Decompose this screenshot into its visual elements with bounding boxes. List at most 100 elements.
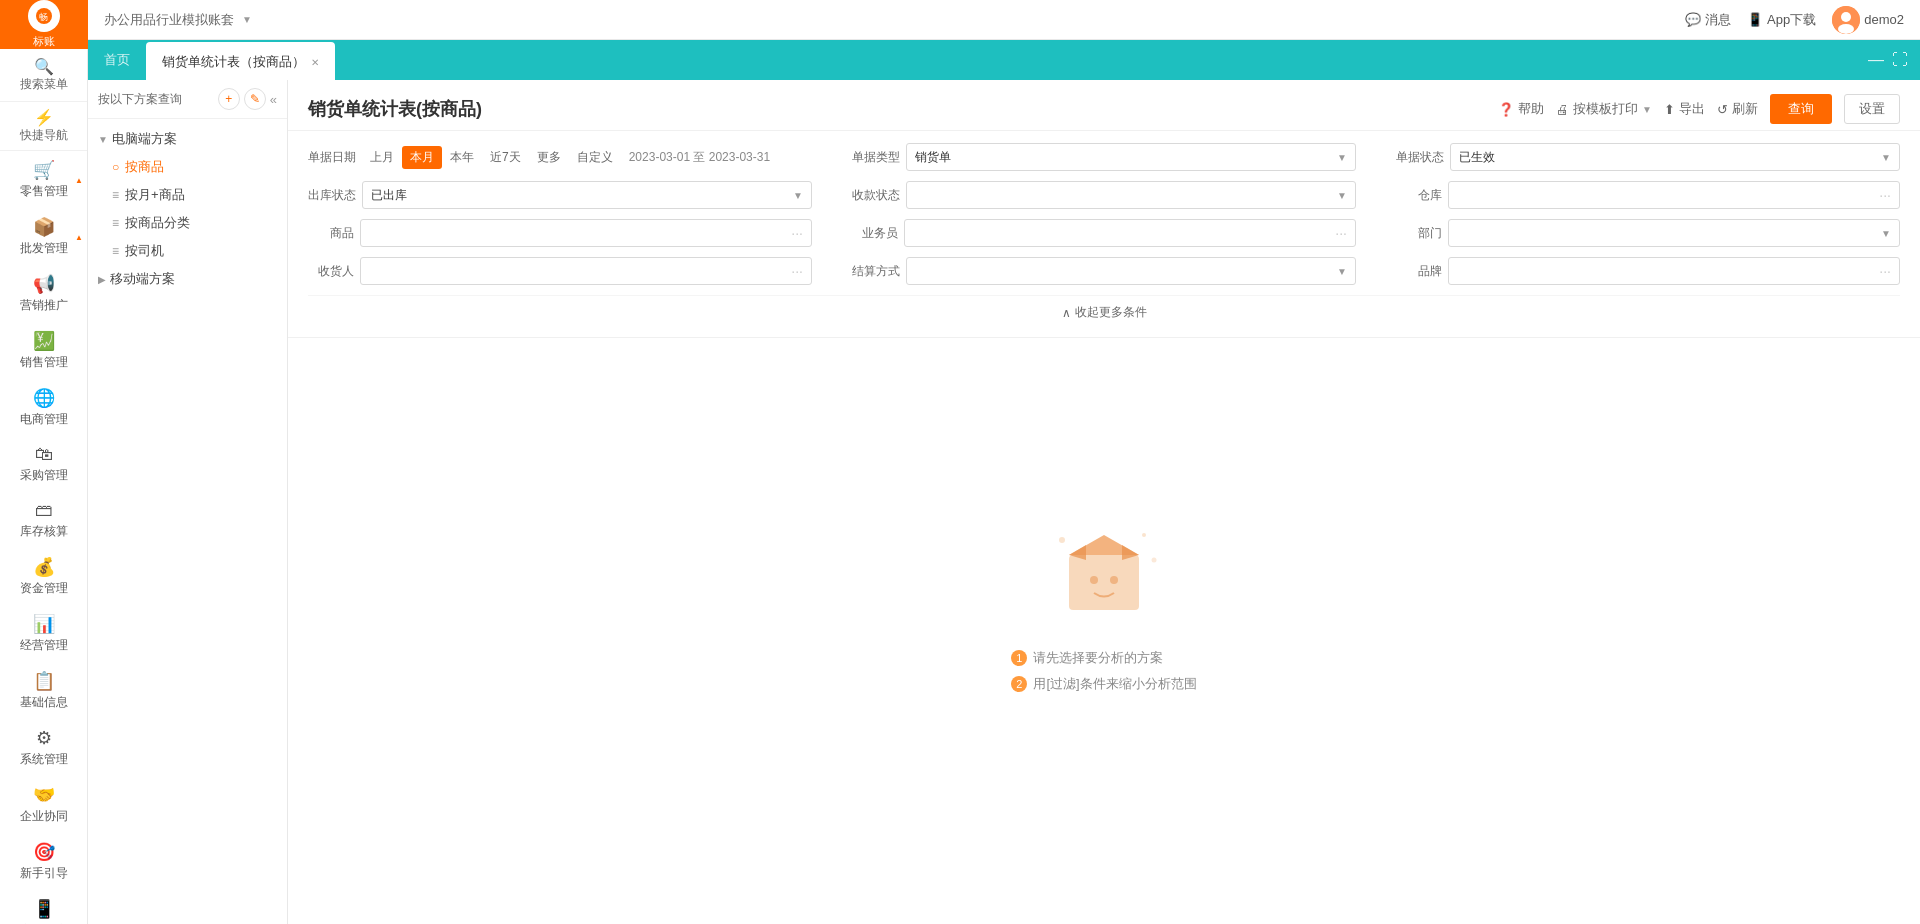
doc-type-select[interactable]: 销货单 ▼	[906, 143, 1356, 171]
sidebar-item-system[interactable]: ⚙ 系统管理	[0, 719, 87, 776]
sidebar-item-quick-nav[interactable]: ⚡ 快捷导航	[0, 102, 87, 151]
export-btn[interactable]: ⬆ 导出	[1664, 100, 1705, 118]
sidebar-item-retail[interactable]: 🛒 零售管理	[0, 151, 87, 208]
sidebar-item-inventory[interactable]: 🗃 库存核算	[0, 492, 87, 548]
print-dropdown-icon[interactable]: ▼	[1642, 104, 1652, 115]
sidebar-item-onboarding[interactable]: 🎯 新手引导	[0, 833, 87, 890]
sidebar-item-app-center[interactable]: 📱 应用中心	[0, 890, 87, 924]
dept-select[interactable]: ▼	[1448, 219, 1900, 247]
tree-child-by-category[interactable]: ≡ 按商品分类	[88, 209, 287, 237]
filter-dept: 部门 ▼	[1396, 219, 1900, 247]
edit-scheme-btn[interactable]: ✎	[244, 88, 266, 110]
warehouse-input[interactable]: ···	[1448, 181, 1900, 209]
out-status-select[interactable]: 已出库 ▼	[362, 181, 812, 209]
sidebar-item-sales[interactable]: 💹 销售管理	[0, 322, 87, 379]
date-btn-this-year[interactable]: 本年	[442, 146, 482, 169]
tree-child-by-cashier[interactable]: ≡ 按司机	[88, 237, 287, 265]
sidebar-item-wholesale[interactable]: 📦 批发管理	[0, 208, 87, 265]
sales-icon: 💹	[33, 330, 55, 352]
tree-child-by-product[interactable]: ○ 按商品	[88, 153, 287, 181]
collab-icon: 🤝	[33, 784, 55, 806]
tree-parent-pc-label: 电脑端方案	[112, 130, 177, 148]
date-btn-7days[interactable]: 近7天	[482, 146, 529, 169]
header-left: 办公用品行业模拟账套 ▼	[104, 11, 252, 29]
add-scheme-btn[interactable]: +	[218, 88, 240, 110]
message-icon: 💬	[1685, 12, 1701, 27]
recipient-label: 收货人	[308, 263, 354, 280]
onboarding-icon: 🎯	[33, 841, 55, 863]
tab-close-icon[interactable]: ✕	[311, 57, 319, 68]
warehouse-label: 仓库	[1396, 187, 1442, 204]
date-label: 单据日期	[308, 149, 356, 166]
tab-sales-stat[interactable]: 销货单统计表（按商品） ✕	[146, 42, 335, 82]
date-btn-custom[interactable]: 自定义	[569, 146, 621, 169]
warehouse-dots-icon: ···	[1879, 187, 1891, 203]
print-label: 按模板打印	[1573, 100, 1638, 118]
sidebar-item-search[interactable]: 🔍 搜索菜单	[0, 49, 87, 102]
out-status-value: 已出库	[371, 187, 407, 204]
print-btn[interactable]: 🖨 按模板打印 ▼	[1556, 100, 1652, 118]
page-title-bar: 销货单统计表(按商品) ❓ 帮助 🖨 按模板打印 ▼ ⬆ 导出	[288, 80, 1920, 131]
message-btn[interactable]: 💬 消息	[1685, 11, 1731, 29]
industry-dropdown-icon[interactable]: ▼	[242, 14, 252, 25]
header-right: 💬 消息 📱 App下载 demo2	[1685, 6, 1904, 34]
payment-status-label: 收款状态	[852, 187, 900, 204]
user-menu[interactable]: demo2	[1832, 6, 1904, 34]
by-cashier-icon: ≡	[112, 244, 119, 258]
recipient-dots-icon: ···	[791, 263, 803, 279]
brand-input[interactable]: ···	[1448, 257, 1900, 285]
app-download-label: App下载	[1767, 11, 1816, 29]
salesperson-input[interactable]: ···	[904, 219, 1356, 247]
help-btn[interactable]: ❓ 帮助	[1498, 100, 1544, 118]
app-download-btn[interactable]: 📱 App下载	[1747, 11, 1816, 29]
help-label: 帮助	[1518, 100, 1544, 118]
tree-child-by-month-product[interactable]: ≡ 按月+商品	[88, 181, 287, 209]
collapse-panel-btn[interactable]: «	[270, 92, 277, 107]
empty-illustration	[1044, 505, 1164, 625]
settings-button[interactable]: 设置	[1844, 94, 1900, 124]
payment-method-select[interactable]: ▼	[906, 257, 1356, 285]
tip-num-1: 1	[1011, 650, 1027, 666]
sidebar-item-finance[interactable]: 💰 资金管理	[0, 548, 87, 605]
date-btn-last-month[interactable]: 上月	[362, 146, 402, 169]
inventory-icon: 🗃	[35, 500, 53, 521]
collapse-label: 收起更多条件	[1075, 304, 1147, 321]
collapse-btn[interactable]: ∧ 收起更多条件	[1062, 304, 1147, 321]
sidebar-item-ecommerce[interactable]: 🌐 电商管理	[0, 379, 87, 436]
tree-parent-mobile[interactable]: ▶ 移动端方案	[88, 265, 287, 293]
sidebar-item-collab[interactable]: 🤝 企业协同	[0, 776, 87, 833]
payment-status-select[interactable]: ▼	[906, 181, 1356, 209]
sidebar-item-operations[interactable]: 📊 经营管理	[0, 605, 87, 662]
filter-payment-status: 收款状态 ▼	[852, 181, 1356, 209]
tree-parent-pc[interactable]: ▼ 电脑端方案	[88, 125, 287, 153]
product-input[interactable]: ···	[360, 219, 812, 247]
sidebar-item-purchase[interactable]: 🛍 采购管理	[0, 436, 87, 492]
product-control: ···	[360, 219, 812, 247]
tab-home[interactable]: 首页	[88, 40, 146, 80]
sidebar-item-marketing[interactable]: 📢 营销推广	[0, 265, 87, 322]
message-label: 消息	[1705, 11, 1731, 29]
date-btn-this-month[interactable]: 本月	[402, 146, 442, 169]
main-content: 办公用品行业模拟账套 ▼ 💬 消息 📱 App下载 demo2 首页	[88, 0, 1920, 924]
tab-minimize-btn[interactable]: —	[1868, 51, 1884, 69]
tree-arrow-mobile: ▶	[98, 274, 106, 285]
by-product-label: 按商品	[125, 158, 164, 176]
doc-type-arrow: ▼	[1337, 152, 1347, 163]
logo-icon: 畅	[28, 0, 60, 32]
tree-arrow-pc: ▼	[98, 134, 108, 145]
tab-expand-btn[interactable]: ⛶	[1892, 51, 1908, 69]
out-status-label: 出库状态	[308, 187, 356, 204]
recipient-input[interactable]: ···	[360, 257, 812, 285]
export-label: 导出	[1679, 100, 1705, 118]
sidebar-item-basic-info[interactable]: 📋 基础信息	[0, 662, 87, 719]
svg-point-3	[1841, 12, 1851, 22]
refresh-btn[interactable]: ↺ 刷新	[1717, 100, 1758, 118]
by-month-product-label: 按月+商品	[125, 186, 185, 204]
print-icon: 🖨	[1556, 102, 1569, 117]
query-button[interactable]: 查询	[1770, 94, 1832, 124]
date-btn-more[interactable]: 更多	[529, 146, 569, 169]
ecommerce-icon: 🌐	[33, 387, 55, 409]
by-category-label: 按商品分类	[125, 214, 190, 232]
salesperson-dots-icon: ···	[1335, 225, 1347, 241]
doc-status-select[interactable]: 已生效 ▼	[1450, 143, 1900, 171]
